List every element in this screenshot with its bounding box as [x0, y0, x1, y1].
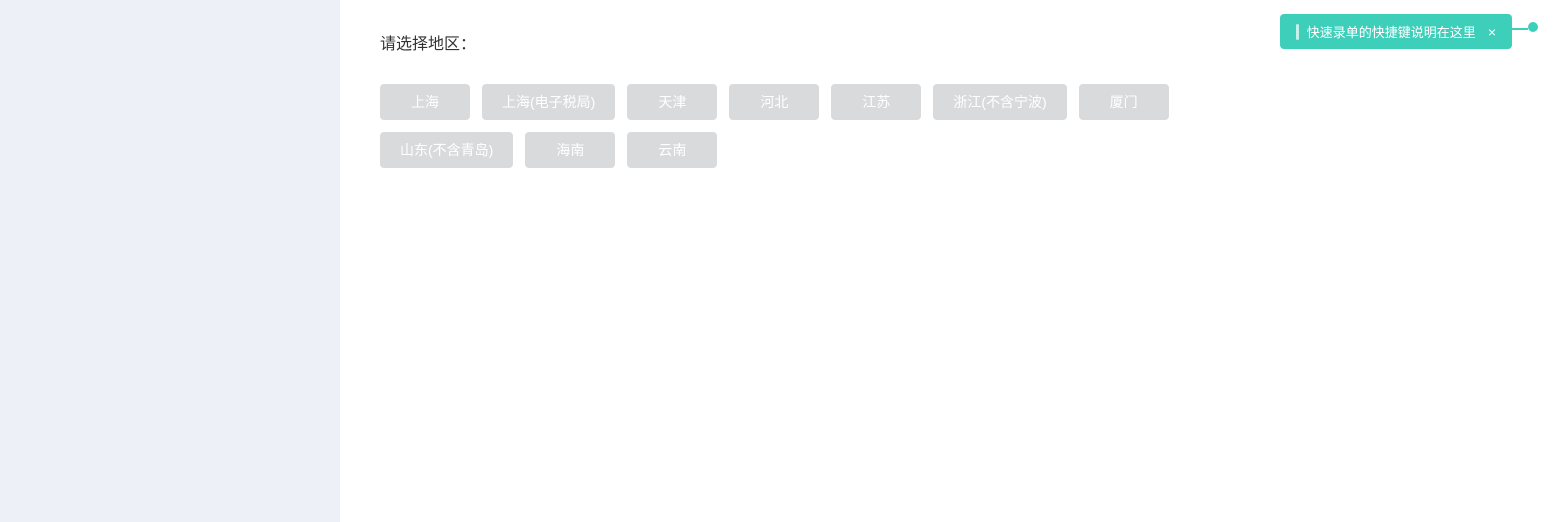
main-content: 请选择地区： 上海上海(电子税局)天津河北江苏浙江(不含宁波)厦门 山东(不含青… [340, 0, 1562, 522]
region-button-5[interactable]: 浙江(不含宁波) [933, 84, 1066, 120]
region-button-row2-0[interactable]: 山东(不含青岛) [380, 132, 513, 168]
region-row-1: 上海上海(电子税局) 天津河北江苏浙江(不含宁波) 厦门 [380, 84, 1522, 120]
region-button-row2-2[interactable]: 云南 [627, 132, 717, 168]
region-button-0[interactable]: 上海 [380, 84, 470, 120]
region-row-2: 山东(不含青岛) 海南云南 [380, 132, 1522, 168]
tooltip-text: 快速录单的快捷键说明在这里 [1307, 22, 1476, 41]
region-button-row2-1[interactable]: 海南 [525, 132, 615, 168]
tooltip-banner: 快速录单的快捷键说明在这里 × [1280, 14, 1512, 49]
tooltip-dot [1528, 22, 1538, 32]
sidebar [0, 0, 340, 522]
tooltip-close-button[interactable]: × [1488, 24, 1496, 40]
region-button-6[interactable]: 厦门 [1079, 84, 1169, 120]
region-button-4[interactable]: 江苏 [831, 84, 921, 120]
tooltip-arrow [1510, 28, 1528, 30]
region-button-2[interactable]: 天津 [627, 84, 717, 120]
region-button-1[interactable]: 上海(电子税局) [482, 84, 615, 120]
tooltip-bar [1296, 24, 1299, 40]
region-button-3[interactable]: 河北 [729, 84, 819, 120]
